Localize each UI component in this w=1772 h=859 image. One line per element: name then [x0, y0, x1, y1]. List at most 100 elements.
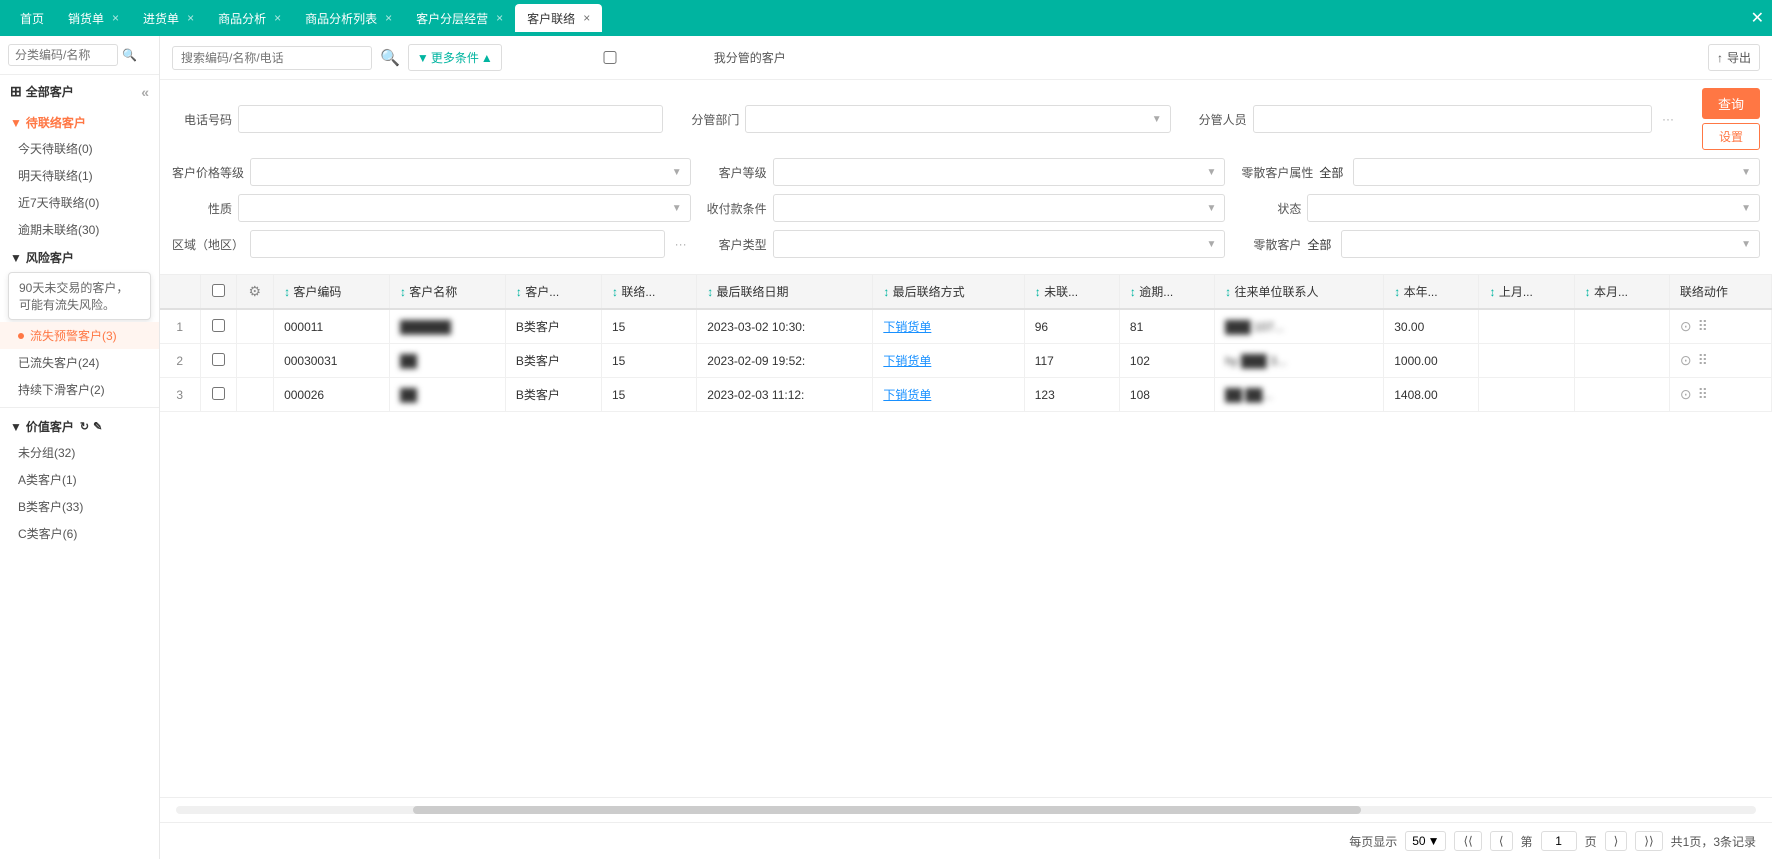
cell-checkbox-0[interactable]: [200, 309, 236, 344]
action-icon-more-2[interactable]: ⠿: [1698, 386, 1708, 403]
filter-select-payment[interactable]: ▼: [773, 194, 1226, 222]
sidebar-item-classC[interactable]: C类客户(6): [0, 520, 159, 547]
sidebar-item-classB[interactable]: B类客户(33): [0, 493, 159, 520]
col-lcm-sort-icon[interactable]: ↕: [883, 285, 889, 299]
tab-customer-connect[interactable]: 客户联络 ×: [515, 4, 602, 32]
filter-select-nature[interactable]: ▼: [238, 194, 691, 222]
action-icon-link-1[interactable]: ⊙: [1680, 352, 1692, 369]
filter-select-retail[interactable]: ▼: [1341, 230, 1760, 258]
filter-select-status[interactable]: ▼: [1307, 194, 1760, 222]
tab-sales[interactable]: 销货单 ×: [56, 4, 131, 32]
tab-purchase-close[interactable]: ×: [187, 11, 194, 25]
filter-select-price-tier[interactable]: ▼: [250, 158, 691, 186]
col-od-sort-icon[interactable]: ↕: [1130, 285, 1136, 299]
col-checkbox[interactable]: [200, 275, 236, 309]
col-type-sort-icon[interactable]: ↕: [516, 285, 522, 299]
filter-select-customer-tier[interactable]: ▼: [773, 158, 1226, 186]
cell-lcm-2[interactable]: 下销货单: [873, 378, 1024, 412]
sidebar-group-value[interactable]: ▼ 价值客户 ↻ ✎: [0, 412, 159, 439]
sidebar-search-input[interactable]: [8, 44, 118, 66]
sidebar-item-week[interactable]: 近7天待联络(0): [0, 189, 159, 216]
action-icon-more-1[interactable]: ⠿: [1698, 352, 1708, 369]
filter-select-dept[interactable]: ▼: [745, 105, 1170, 133]
table-settings-icon[interactable]: ⚙: [247, 281, 264, 301]
search-input[interactable]: [172, 46, 372, 70]
col-ty-sort-icon[interactable]: ↕: [1394, 285, 1400, 299]
col-tm-sort-icon[interactable]: ↕: [1585, 285, 1591, 299]
tab-purchase[interactable]: 进货单 ×: [131, 4, 206, 32]
filter-row-4: 区域（地区） ··· 客户类型 ▼ 零散客户 全部 ▼: [172, 230, 1760, 258]
col-nc-sort-icon[interactable]: ↕: [1035, 285, 1041, 299]
sidebar-group-value-icon2[interactable]: ✎: [93, 420, 102, 433]
tab-customer-tier-close[interactable]: ×: [496, 11, 503, 25]
export-button[interactable]: ↑ 导出: [1708, 44, 1760, 71]
page-input[interactable]: [1541, 831, 1577, 851]
last-page-button[interactable]: ⟩⟩: [1635, 831, 1662, 851]
sidebar-group-pending[interactable]: ▼ 待联络客户: [0, 108, 159, 135]
query-button[interactable]: 查询: [1702, 88, 1760, 119]
window-close-icon[interactable]: ✕: [1751, 8, 1764, 28]
sidebar-item-decline[interactable]: 持续下滑客户(2): [0, 376, 159, 403]
cell-lcm-0[interactable]: 下销货单: [873, 309, 1024, 344]
sidebar-item-today[interactable]: 今天待联络(0): [0, 135, 159, 162]
filter-region-more[interactable]: ···: [671, 237, 691, 251]
cell-code-0: 000011: [274, 309, 390, 344]
filter-input-person[interactable]: [1253, 105, 1652, 133]
sidebar-item-lost[interactable]: 已流失客户(24): [0, 349, 159, 376]
cell-lcm-1[interactable]: 下销货单: [873, 344, 1024, 378]
row-checkbox-0[interactable]: [212, 319, 225, 332]
col-contact-sort-icon[interactable]: ↕: [612, 285, 618, 299]
sidebar-collapse-icon[interactable]: «: [141, 84, 149, 100]
col-lcd-sort-icon[interactable]: ↕: [707, 285, 713, 299]
cell-checkbox-2[interactable]: [200, 378, 236, 412]
tab-home[interactable]: 首页: [8, 4, 56, 32]
tab-customer-tier[interactable]: 客户分层经营 ×: [404, 4, 515, 32]
grid-icon: ⊞: [10, 83, 22, 100]
select-all-checkbox[interactable]: [212, 284, 225, 297]
tab-customer-connect-label: 客户联络: [527, 10, 575, 27]
action-icon-link-0[interactable]: ⊙: [1680, 318, 1692, 335]
filter-settings-button[interactable]: 设置: [1702, 123, 1760, 150]
horizontal-scrollbar[interactable]: [176, 806, 1756, 814]
col-cp-sort-icon[interactable]: ↕: [1225, 285, 1231, 299]
sidebar-group-value-icon1[interactable]: ↻: [80, 420, 89, 433]
next-page-button[interactable]: ⟩: [1605, 831, 1628, 851]
sidebar-item-warning[interactable]: 流失预警客户(3): [0, 322, 159, 349]
page-size-select[interactable]: 50 ▼: [1405, 831, 1446, 851]
first-page-button[interactable]: ⟨⟨: [1454, 831, 1481, 851]
sidebar-item-classA[interactable]: A类客户(1): [0, 466, 159, 493]
tab-customer-connect-close[interactable]: ×: [583, 11, 590, 25]
cell-cp-1: hy ███ 3...: [1215, 344, 1384, 378]
cell-lcd-1: 2023-02-09 19:52:: [697, 344, 873, 378]
sidebar-item-week-label: 近7天待联络(0): [18, 194, 99, 211]
tab-analysis-list-close[interactable]: ×: [385, 11, 392, 25]
more-conditions-button[interactable]: ▼ 更多条件 ▲: [408, 44, 502, 71]
row-checkbox-1[interactable]: [212, 353, 225, 366]
scrollbar-thumb: [413, 806, 1361, 814]
action-icon-more-0[interactable]: ⠿: [1698, 318, 1708, 335]
sidebar-item-tomorrow[interactable]: 明天待联络(1): [0, 162, 159, 189]
filter-select-retail-attr[interactable]: ▼: [1353, 158, 1760, 186]
tab-analysis[interactable]: 商品分析 ×: [206, 4, 293, 32]
search-button[interactable]: 🔍: [380, 48, 400, 68]
sidebar-item-overdue[interactable]: 逾期未联络(30): [0, 216, 159, 243]
cell-checkbox-1[interactable]: [200, 344, 236, 378]
action-icon-link-2[interactable]: ⊙: [1680, 386, 1692, 403]
tab-analysis-close[interactable]: ×: [274, 11, 281, 25]
sidebar-item-ungroup[interactable]: 未分组(32): [0, 439, 159, 466]
filter-input-phone[interactable]: [238, 105, 663, 133]
col-code-sort-icon[interactable]: ↕: [284, 285, 290, 299]
filter-input-region[interactable]: [250, 230, 665, 258]
tab-sales-close[interactable]: ×: [112, 11, 119, 25]
my-customers-checkbox-label[interactable]: 我分管的客户: [510, 49, 786, 66]
col-name-sort-icon[interactable]: ↕: [400, 285, 406, 299]
my-customers-checkbox[interactable]: [510, 51, 710, 64]
tab-analysis-list[interactable]: 商品分析列表 ×: [293, 4, 404, 32]
sidebar-group-risk[interactable]: ▼ 风险客户: [0, 243, 159, 270]
prev-page-button[interactable]: ⟨: [1490, 831, 1513, 851]
filter-select-customer-type[interactable]: ▼: [773, 230, 1226, 258]
filter-person-more[interactable]: ···: [1658, 112, 1678, 126]
row-checkbox-2[interactable]: [212, 387, 225, 400]
col-lm-sort-icon[interactable]: ↕: [1489, 285, 1495, 299]
col-settings[interactable]: ⚙: [236, 275, 274, 309]
